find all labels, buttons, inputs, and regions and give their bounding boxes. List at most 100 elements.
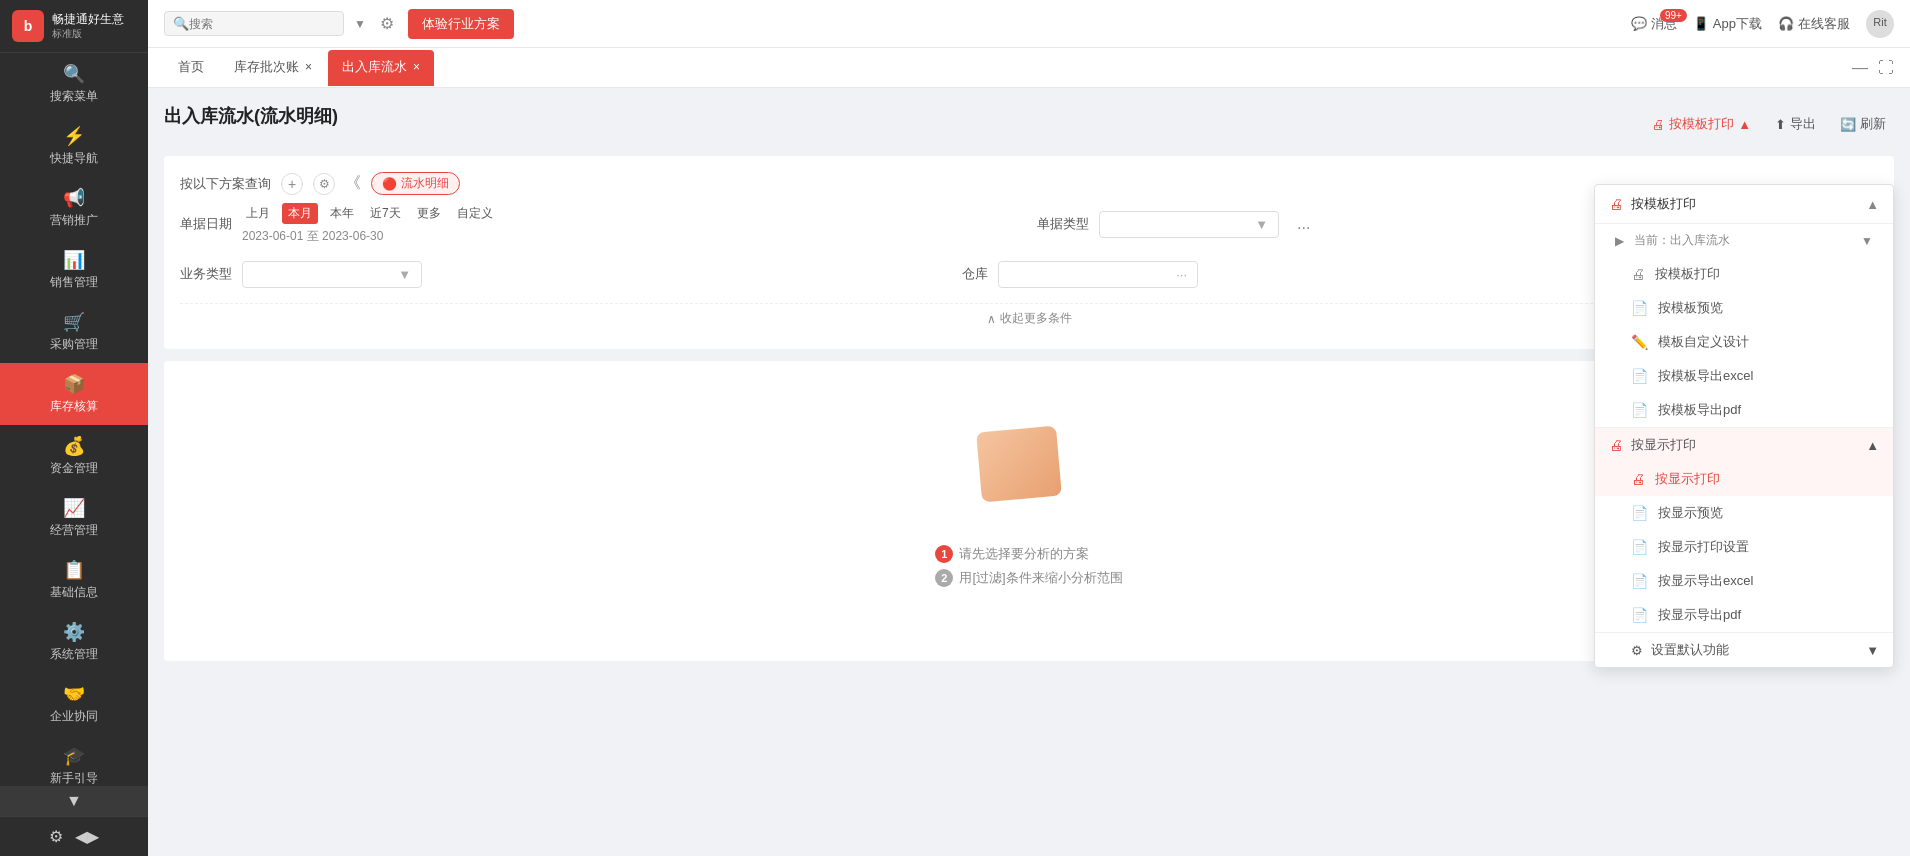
date-label: 单据日期 (180, 215, 232, 233)
biz-type-select[interactable]: ▼ (242, 261, 422, 288)
tab-home[interactable]: 首页 (164, 50, 218, 86)
main-area: 🔍 ▼ ⚙ 体验行业方案 💬 消息 99+ 📱 App下载 🎧 在线客服 Rit (148, 0, 1910, 856)
doc-type-more-btn[interactable]: ... (1289, 211, 1318, 237)
current-expand-arrow: ▼ (1861, 234, 1873, 248)
template-print-icon: 🖨 (1631, 266, 1645, 282)
inventory-icon: 📦 (63, 373, 85, 395)
collapse-icon: ∧ (987, 312, 996, 326)
sidebar-item-search[interactable]: 🔍 搜索菜单 (0, 53, 148, 115)
app-download-btn[interactable]: 📱 App下载 (1693, 15, 1762, 33)
sidebar-item-inventory[interactable]: 📦 库存核算 (0, 363, 148, 425)
sidebar-item-purchase[interactable]: 🛒 采购管理 (0, 301, 148, 363)
dropdown-template-pdf[interactable]: 📄 按模板导出pdf (1595, 393, 1893, 427)
dropdown-template-preview[interactable]: 📄 按模板预览 (1595, 291, 1893, 325)
system-icon: ⚙️ (63, 621, 85, 643)
empty-box (976, 426, 1062, 503)
template-excel-icon: 📄 (1631, 368, 1648, 384)
tab-window-minimize[interactable]: — (1852, 59, 1868, 77)
sidebar-item-collab[interactable]: 🤝 企业协同 (0, 673, 148, 735)
doc-type-label: 单据类型 (1037, 215, 1089, 233)
dropdown-header-print-icon: 🖨 (1609, 196, 1623, 212)
empty-step-1: 1 请先选择要分析的方案 (935, 545, 1122, 563)
topbar-dropdown-arrow[interactable]: ▼ (354, 17, 366, 31)
template-preview-icon: 📄 (1631, 300, 1648, 316)
settings-icon[interactable]: ⚙ (49, 827, 63, 846)
dropdown-template-print[interactable]: 🖨 按模板打印 (1595, 257, 1893, 291)
export-btn[interactable]: ⬆ 导出 (1767, 111, 1824, 137)
message-icon: 💬 (1631, 16, 1647, 31)
sidebar-item-marketing[interactable]: 📢 营销推广 (0, 177, 148, 239)
online-service-btn[interactable]: 🎧 在线客服 (1778, 15, 1850, 33)
footer-expand-arrow: ▼ (1866, 643, 1879, 658)
date-opt-7days[interactable]: 近7天 (366, 203, 405, 224)
dropdown-template-excel[interactable]: 📄 按模板导出excel (1595, 359, 1893, 393)
tab-inout-flow[interactable]: 出入库流水 × (328, 50, 434, 86)
dropdown-display-section-header[interactable]: 🖨 按显示打印 ▲ (1595, 427, 1893, 462)
sidebar-item-sales[interactable]: 📊 销售管理 (0, 239, 148, 301)
date-opt-custom[interactable]: 自定义 (453, 203, 497, 224)
dropdown-footer-settings[interactable]: ⚙ 设置默认功能 ▼ (1595, 632, 1893, 667)
print-dropdown-arrow: ▲ (1738, 117, 1751, 132)
print-btn[interactable]: 🖨 按模板打印 ▲ (1644, 111, 1759, 137)
filter-collapse-icon[interactable]: 《 (345, 173, 361, 194)
sidebar-item-newbie[interactable]: 🎓 新手引导 (0, 735, 148, 786)
sidebar-item-finance[interactable]: 💰 资金管理 (0, 425, 148, 487)
filter-tag: 🔴 流水明细 (371, 172, 460, 195)
date-opt-more[interactable]: 更多 (413, 203, 445, 224)
warehouse-input[interactable]: ··· (998, 261, 1198, 288)
newbie-icon: 🎓 (63, 745, 85, 767)
sidebar-scroll-down[interactable]: ▼ (0, 786, 148, 816)
sidebar: b 畅捷通好生意 标准版 🔍 搜索菜单 ⚡ 快捷导航 📢 营销推广 📊 销售管理… (0, 0, 148, 856)
date-options: 上月 本月 本年 近7天 更多 自定义 (242, 203, 1021, 224)
dropdown-display-print[interactable]: 🖨 按显示打印 (1595, 462, 1893, 496)
page-actions: 🖨 按模板打印 ▲ ⬆ 导出 🔄 刷新 (1644, 111, 1894, 137)
tab-window-maximize[interactable]: ⛶ (1878, 59, 1894, 77)
warehouse-more-icon: ··· (1176, 267, 1187, 282)
topbar-message[interactable]: 💬 消息 99+ (1631, 15, 1677, 33)
trial-btn[interactable]: 体验行业方案 (408, 9, 514, 39)
sidebar-item-quicknav[interactable]: ⚡ 快捷导航 (0, 115, 148, 177)
print-icon: 🖨 (1652, 117, 1665, 132)
dropdown-header: 🖨 按模板打印 ▲ (1595, 185, 1893, 224)
display-preview-icon: 📄 (1631, 505, 1648, 521)
sidebar-toggle-icon[interactable]: ◀▶ (75, 827, 99, 846)
finance-icon: 💰 (63, 435, 85, 457)
topbar-gear-icon[interactable]: ⚙ (380, 14, 394, 33)
empty-steps: 1 请先选择要分析的方案 2 用[过滤]条件来缩小分析范围 (935, 545, 1122, 593)
dropdown-display-excel[interactable]: 📄 按显示导出excel (1595, 564, 1893, 598)
dropdown-display-settings[interactable]: 📄 按显示打印设置 (1595, 530, 1893, 564)
display-section-icon: 🖨 (1609, 437, 1623, 453)
sidebar-item-system[interactable]: ⚙️ 系统管理 (0, 611, 148, 673)
date-opt-this-month[interactable]: 本月 (282, 203, 318, 224)
user-avatar[interactable]: Rit (1866, 10, 1894, 38)
refresh-btn[interactable]: 🔄 刷新 (1832, 111, 1894, 137)
sidebar-nav: 🔍 搜索菜单 ⚡ 快捷导航 📢 营销推广 📊 销售管理 🛒 采购管理 📦 库存核… (0, 53, 148, 786)
page-header-row: 出入库流水(流水明细) 🖨 按模板打印 ▲ ⬆ 导出 🔄 刷新 (164, 104, 1894, 144)
display-pdf-icon: 📄 (1631, 607, 1648, 623)
purchase-icon: 🛒 (63, 311, 85, 333)
dropdown-template-custom[interactable]: ✏️ 模板自定义设计 (1595, 325, 1893, 359)
sidebar-item-basic[interactable]: 📋 基础信息 (0, 549, 148, 611)
tab-inventory-batch[interactable]: 库存批次账 × (220, 50, 326, 86)
topbar-search-input[interactable] (189, 17, 319, 31)
date-opt-last-month[interactable]: 上月 (242, 203, 274, 224)
dropdown-header-collapse-arrow[interactable]: ▲ (1866, 197, 1879, 212)
dropdown-current-item[interactable]: ▶ 当前：出入库流水 ▼ (1595, 224, 1893, 257)
template-pdf-icon: 📄 (1631, 402, 1648, 418)
operations-icon: 📈 (63, 497, 85, 519)
template-custom-icon: ✏️ (1631, 334, 1648, 350)
date-filter: 上月 本月 本年 近7天 更多 自定义 2023-06-01 至 2023-06… (242, 203, 1021, 245)
marketing-icon: 📢 (63, 187, 85, 209)
doc-type-select[interactable]: ▼ (1099, 211, 1279, 238)
filter-tag-icon: 🔴 (382, 177, 397, 191)
date-opt-this-year[interactable]: 本年 (326, 203, 358, 224)
dropdown-display-pdf[interactable]: 📄 按显示导出pdf (1595, 598, 1893, 632)
dropdown-display-preview[interactable]: 📄 按显示预览 (1595, 496, 1893, 530)
tab-close-inout-flow[interactable]: × (413, 60, 420, 74)
basic-icon: 📋 (63, 559, 85, 581)
topbar-search-box[interactable]: 🔍 (164, 11, 344, 36)
tab-close-inventory-batch[interactable]: × (305, 60, 312, 74)
filter-settings-btn[interactable]: ⚙ (313, 173, 335, 195)
sidebar-item-operations[interactable]: 📈 经营管理 (0, 487, 148, 549)
filter-add-btn[interactable]: + (281, 173, 303, 195)
